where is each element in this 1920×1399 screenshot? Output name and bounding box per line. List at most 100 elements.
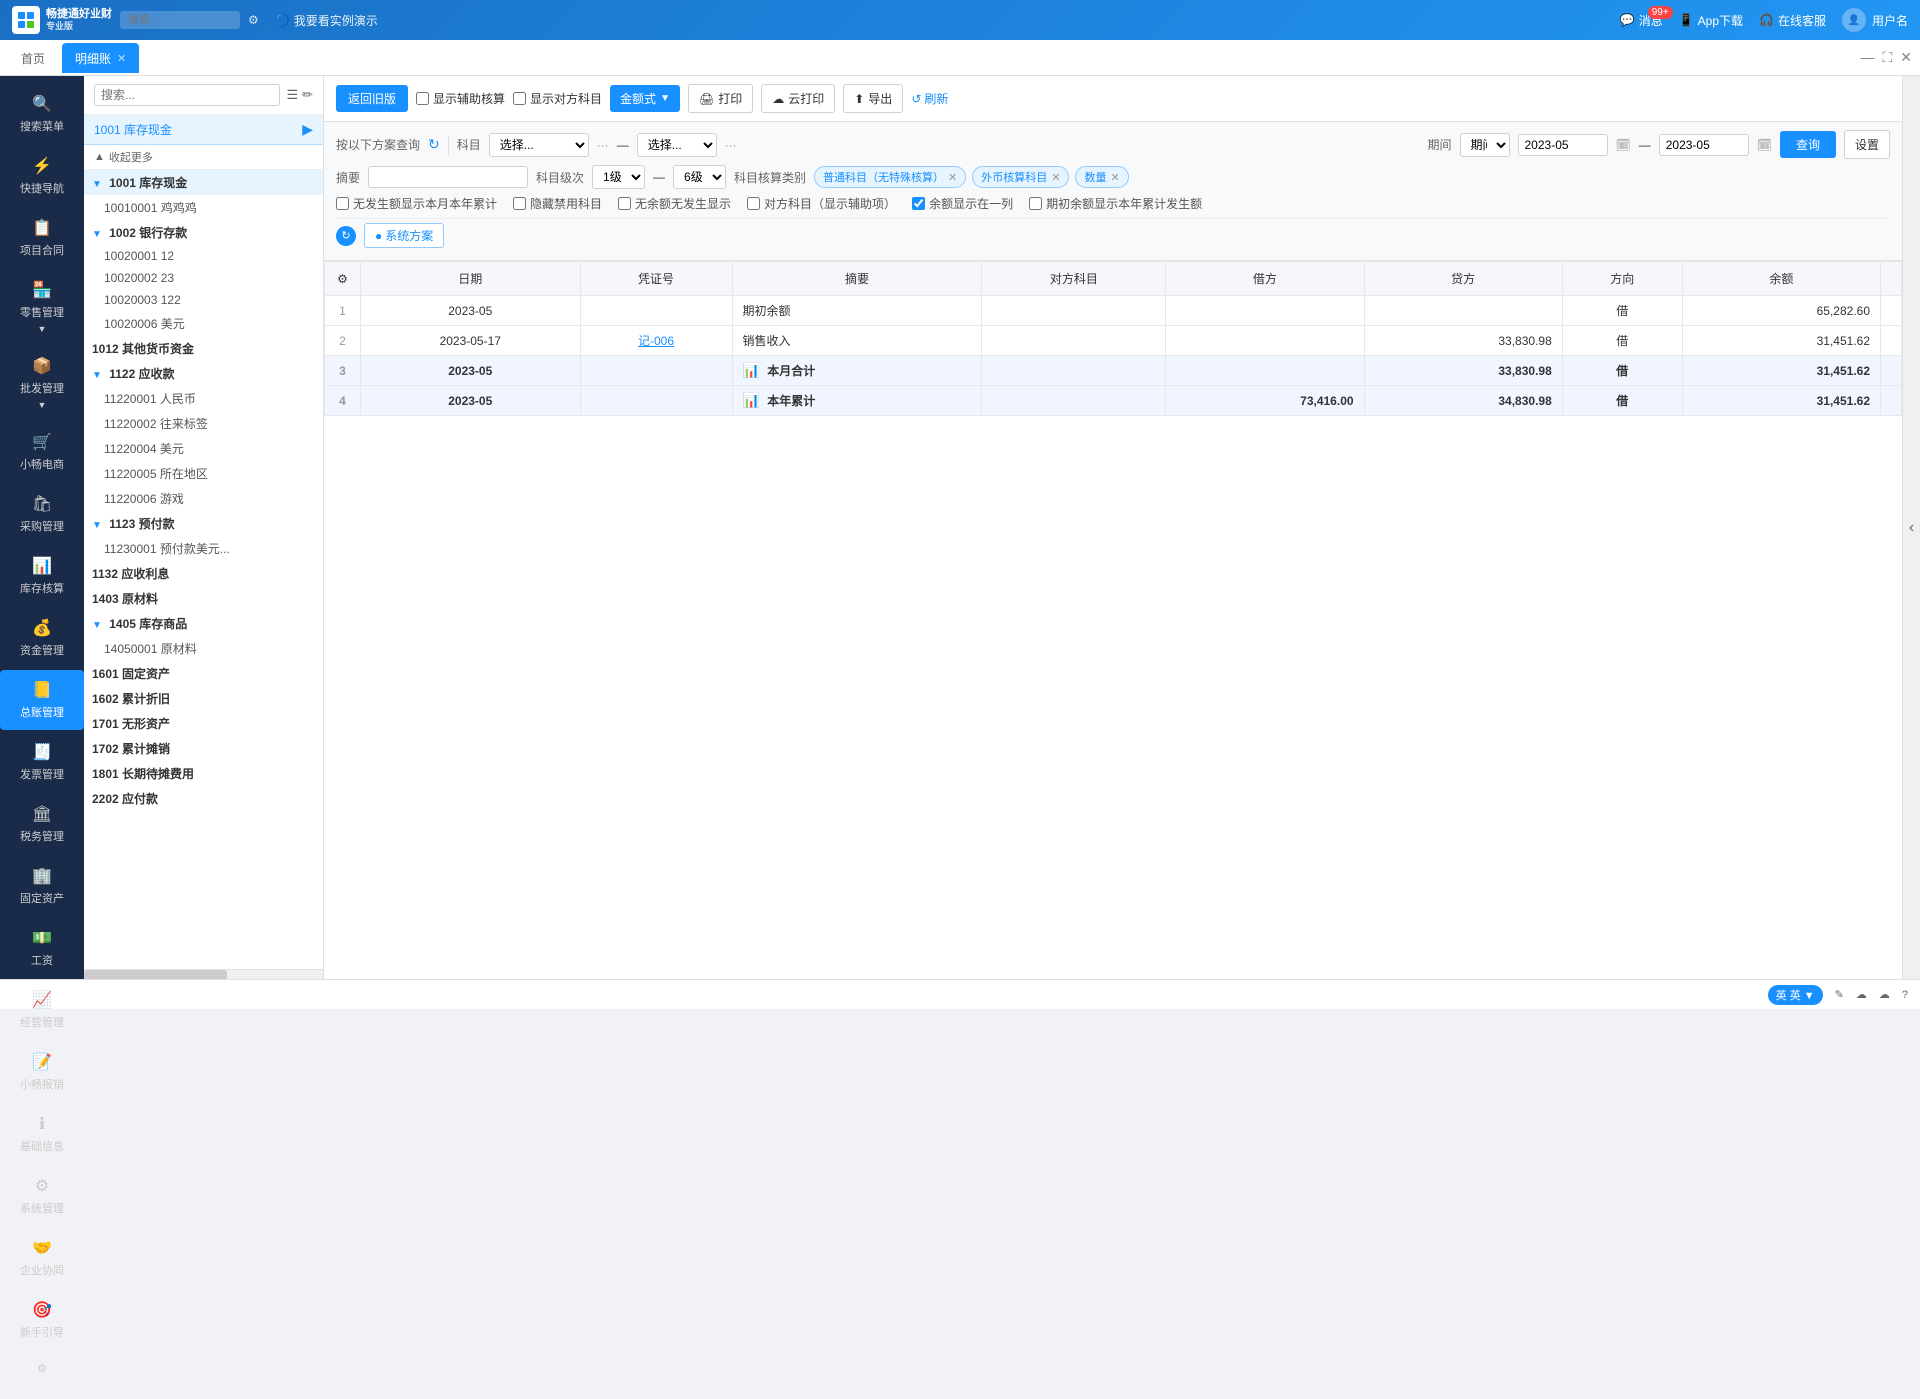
tree-node-11220001[interactable]: 11220001 人民币 [84, 386, 323, 411]
tree-node-11220004[interactable]: 11220004 美元 [84, 436, 323, 461]
cb-opposite[interactable]: 对方科目（显示辅助项） [747, 195, 896, 212]
tree-node-10020003[interactable]: 10020003 122 [84, 289, 323, 311]
summary-input[interactable] [368, 166, 528, 188]
tree-node-10020002[interactable]: 10020002 23 [84, 267, 323, 289]
tree-toggle-1001[interactable]: ▼ [92, 179, 102, 190]
cb-no-amount[interactable]: 无发生额显示本月本年累计 [336, 195, 497, 212]
online-service-btn[interactable]: 🎧 在线客服 [1759, 12, 1826, 29]
tree-node-10020001[interactable]: 10020001 12 [84, 245, 323, 267]
col-config[interactable]: ⚙ [325, 262, 361, 296]
settings-btn[interactable]: 设置 [1844, 130, 1890, 159]
show-opposite-checkbox[interactable] [513, 92, 526, 105]
period-from-input[interactable] [1518, 134, 1608, 156]
scheme-refresh-icon[interactable]: ↻ [336, 226, 356, 246]
print-btn[interactable]: 🖨 打印 [688, 84, 753, 113]
close-icon[interactable]: ✕ [1900, 49, 1912, 66]
tree-toggle-1123[interactable]: ▼ [92, 520, 102, 531]
tree-node-1702[interactable]: 1702 累计摊销 [84, 736, 323, 761]
sidebar-item-tax[interactable]: 🏛 税务管理 [0, 794, 84, 854]
selected-account-bar[interactable]: 1001 库存现金 ▶ [84, 115, 323, 145]
help-icon[interactable]: ? [1902, 989, 1908, 1001]
restore-icon[interactable]: ⛶ [1882, 49, 1892, 66]
config-icon[interactable]: ⚙ [337, 272, 348, 286]
filter-more-btn[interactable]: ▲ 收起更多 [84, 145, 323, 170]
period-to-input[interactable] [1659, 134, 1749, 156]
tab-close-icon[interactable]: ✕ [117, 52, 126, 65]
sidebar-item-search[interactable]: 🔍 搜索菜单 [0, 84, 84, 144]
tree-node-1132[interactable]: 1132 应收利息 [84, 561, 323, 586]
tree-node-1123[interactable]: ▼ 1123 预付款 [84, 511, 323, 536]
search-input[interactable] [120, 11, 240, 29]
tree-node-11230001[interactable]: 11230001 预付款美元... [84, 536, 323, 561]
sidebar-settings-btn[interactable]: ⚙ [29, 1352, 55, 1385]
tree-add-icon[interactable]: ✏ [302, 87, 313, 103]
tree-node-1801[interactable]: 1801 长期待摊费用 [84, 761, 323, 786]
sidebar-item-project[interactable]: 📋 项目合同 [0, 208, 84, 268]
tree-node-11220006[interactable]: 11220006 游戏 [84, 486, 323, 511]
right-collapse-btn[interactable]: ‹ [1902, 76, 1920, 979]
tree-node-1403[interactable]: 1403 原材料 [84, 586, 323, 611]
tree-node-11220005[interactable]: 11220005 所在地区 [84, 461, 323, 486]
row-voucher-2[interactable]: 记-006 [580, 326, 732, 356]
tree-node-1601[interactable]: 1601 固定资产 [84, 661, 323, 686]
scheme-icon[interactable]: ↻ [428, 136, 440, 153]
sidebar-item-purchase[interactable]: 🛍 采购管理 [0, 484, 84, 544]
sidebar-item-guide[interactable]: 🎯 新手引导 [0, 1290, 84, 1350]
tree-node-10010001[interactable]: 10010001 鸡鸡鸡 [84, 195, 323, 220]
tree-node-14050001[interactable]: 14050001 原材料 [84, 636, 323, 661]
cb-balance-one-col[interactable]: 余额显示在一列 [912, 195, 1013, 212]
user-menu[interactable]: 👤 用户名 [1842, 8, 1908, 32]
filter-tag-close-0[interactable]: ✕ [948, 171, 957, 184]
sidebar-item-funds[interactable]: 💰 资金管理 [0, 608, 84, 668]
sidebar-item-fixed-assets[interactable]: 🏢 固定资产 [0, 856, 84, 916]
filter-tag-close-1[interactable]: ✕ [1051, 171, 1060, 184]
cb-hide-disabled[interactable]: 隐藏禁用科目 [513, 195, 602, 212]
level-from-select[interactable]: 1级 [592, 165, 645, 189]
tree-list-icon[interactable]: ☰ [286, 87, 298, 103]
lang-switch-btn[interactable]: 英 英 ▼ [1768, 985, 1823, 1005]
show-aux-checkbox[interactable] [416, 92, 429, 105]
cloud-sync-icon[interactable]: ☁ [1856, 988, 1867, 1001]
sidebar-item-system[interactable]: ⚙ 系统管理 [0, 1166, 84, 1226]
tree-toggle-1002[interactable]: ▼ [92, 229, 102, 240]
demo-link[interactable]: 🔵 我要看实例演示 [275, 12, 378, 29]
tree-node-1701[interactable]: 1701 无形资产 [84, 711, 323, 736]
sidebar-item-wholesale[interactable]: 📦 批发管理 ▼ [0, 346, 84, 420]
cb-no-balance[interactable]: 无余额无发生显示 [618, 195, 731, 212]
minimize-icon[interactable]: — [1860, 49, 1874, 66]
tree-node-11220002[interactable]: 11220002 往来标签 [84, 411, 323, 436]
cloud-icon2[interactable]: ☁ [1879, 988, 1890, 1001]
sidebar-item-inventory[interactable]: 📊 库存核算 [0, 546, 84, 606]
export-btn[interactable]: ⬆ 导出 [843, 84, 903, 113]
style-btn[interactable]: 金额式 ▼ [610, 85, 680, 112]
message-btn[interactable]: 💬 消息 99+ [1620, 12, 1663, 29]
cb-opening-annual[interactable]: 期初余额显示本年累计发生额 [1029, 195, 1202, 212]
app-download-btn[interactable]: 📱 App下载 [1679, 12, 1743, 29]
tab-detail[interactable]: 明细账 ✕ [62, 43, 139, 73]
subject-select[interactable]: 选择... [489, 133, 589, 157]
tree-node-10020006[interactable]: 10020006 美元 [84, 311, 323, 336]
edit-icon[interactable]: ✎ [1835, 988, 1844, 1001]
sidebar-item-ecommerce[interactable]: 🛒 小畅电商 [0, 422, 84, 482]
level-to-select[interactable]: 6级 [673, 165, 726, 189]
refresh-btn[interactable]: ↺ 刷新 [911, 90, 948, 107]
tab-home[interactable]: 首页 [8, 43, 58, 73]
tree-node-1122[interactable]: ▼ 1122 应收款 [84, 361, 323, 386]
scheme-btn[interactable]: ● 系统方案 [364, 223, 444, 248]
sidebar-item-retail[interactable]: 🏪 零售管理 ▼ [0, 270, 84, 344]
tree-node-1001[interactable]: ▼ 1001 库存现金 [84, 170, 323, 195]
sidebar-item-operations[interactable]: 📈 经营管理 [0, 980, 84, 1040]
tree-node-1002[interactable]: ▼ 1002 银行存款 [84, 220, 323, 245]
tree-search-input[interactable] [94, 84, 280, 106]
tree-node-2202[interactable]: 2202 应付款 [84, 786, 323, 811]
tree-toggle-1405[interactable]: ▼ [92, 620, 102, 631]
sidebar-item-quick-nav[interactable]: ⚡ 快捷导航 [0, 146, 84, 206]
sidebar-item-cooperation[interactable]: 🤝 企业协同 [0, 1228, 84, 1288]
tree-node-1405[interactable]: ▼ 1405 库存商品 [84, 611, 323, 636]
sidebar-item-expense[interactable]: 📝 小畅报销 [0, 1042, 84, 1102]
tree-node-1012[interactable]: 1012 其他货币资金 [84, 336, 323, 361]
tree-toggle-1122[interactable]: ▼ [92, 370, 102, 381]
settings-icon[interactable]: ⚙ [248, 13, 259, 27]
query-btn[interactable]: 查询 [1780, 131, 1836, 158]
sidebar-item-salary[interactable]: 💵 工资 [0, 918, 84, 978]
